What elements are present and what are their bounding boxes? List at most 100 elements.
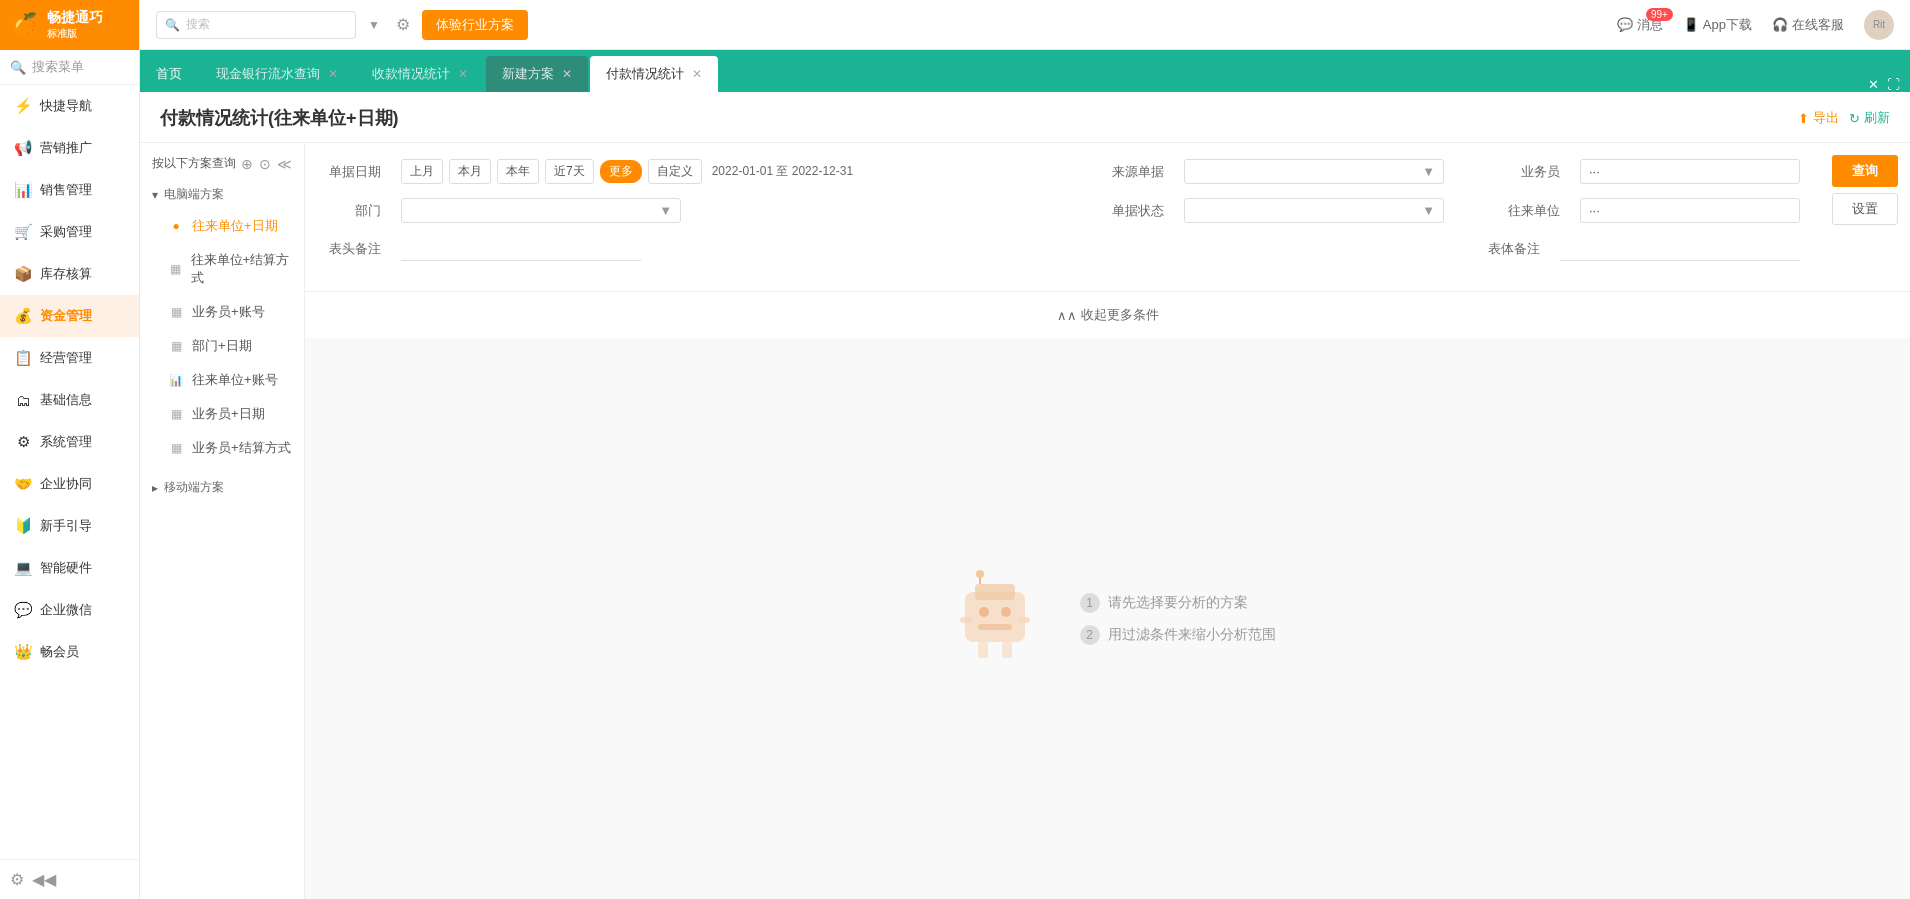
scheme-item-icon-5: ▦ <box>168 406 184 422</box>
empty-text: 1 请先选择要分析的方案 2 用过滤条件来缩小分析范围 <box>1080 593 1276 645</box>
scheme-item-label-1: 往来单位+结算方式 <box>191 251 292 287</box>
scheme-item-icon-2: ▦ <box>168 304 184 320</box>
step-1-num: 1 <box>1080 593 1100 613</box>
sidebar-item-label: 销售管理 <box>40 181 92 199</box>
sidebar-item-system[interactable]: ⚙ 系统管理 <box>0 421 139 463</box>
svg-rect-5 <box>960 617 972 623</box>
tab-payment-stats[interactable]: 付款情况统计 ✕ <box>590 56 718 92</box>
tab-new-scheme[interactable]: 新建方案 ✕ <box>486 56 588 92</box>
date-btn-this-month[interactable]: 本月 <box>449 159 491 184</box>
topbar-search-box[interactable]: 🔍 搜索 <box>156 11 356 39</box>
tab-expand-icon[interactable]: ⛶ <box>1887 77 1900 92</box>
refresh-btn[interactable]: ↻ 刷新 <box>1849 109 1890 127</box>
note-header-input[interactable] <box>401 237 641 261</box>
collapse-btn[interactable]: ∧∧ 收起更多条件 <box>1041 298 1175 332</box>
scheme-item-salesman-settle[interactable]: ▦ 业务员+结算方式 <box>140 431 304 465</box>
sidebar-item-label: 企业微信 <box>40 601 92 619</box>
tab-collection-stats-close[interactable]: ✕ <box>458 67 468 81</box>
message-btn[interactable]: 💬 消息 99+ <box>1617 16 1663 34</box>
scheme-item-salesman-date[interactable]: ▦ 业务员+日期 <box>140 397 304 431</box>
online-service-btn[interactable]: 🎧 在线客服 <box>1772 16 1844 34</box>
salesman-input[interactable]: ··· <box>1580 159 1800 184</box>
source-label: 来源单据 <box>1108 163 1164 181</box>
tab-collection-stats[interactable]: 收款情况统计 ✕ <box>356 56 484 92</box>
export-btn[interactable]: ⬆ 导出 <box>1798 109 1839 127</box>
sidebar-item-finance[interactable]: 💰 资金管理 <box>0 295 139 337</box>
main-area: 🔍 搜索 ▼ ⚙ 体验行业方案 💬 消息 99+ 📱 App下载 🎧 在线客服 … <box>140 0 1910 899</box>
section-mobile-collapse-icon: ▸ <box>152 481 158 495</box>
scheme-item-counterpart-account[interactable]: 📊 往来单位+账号 <box>140 363 304 397</box>
date-btn-last-month[interactable]: 上月 <box>401 159 443 184</box>
scheme-item-counterpart-date[interactable]: ● 往来单位+日期 <box>140 209 304 243</box>
scheme-item-dept-date[interactable]: ▦ 部门+日期 <box>140 329 304 363</box>
sidebar-item-marketing[interactable]: 📢 营销推广 <box>0 127 139 169</box>
date-group: 上月 本月 本年 近7天 更多 自定义 2022-01-01 至 2022-12… <box>401 159 853 184</box>
page-actions: ⬆ 导出 ↻ 刷新 <box>1798 109 1890 127</box>
scheme-section-desktop-title[interactable]: ▾ 电脑端方案 <box>140 180 304 209</box>
collapse-sidebar-icon[interactable]: ◀◀ <box>32 870 56 889</box>
sidebar-item-hardware[interactable]: 💻 智能硬件 <box>0 547 139 589</box>
operations-icon: 📋 <box>14 349 32 367</box>
scheme-section-mobile-title[interactable]: ▸ 移动端方案 <box>140 473 304 502</box>
sidebar-item-label: 基础信息 <box>40 391 92 409</box>
marketing-icon: 📢 <box>14 139 32 157</box>
sidebar-item-purchase[interactable]: 🛒 采购管理 <box>0 211 139 253</box>
tab-bank-flow[interactable]: 现金银行流水查询 ✕ <box>200 56 354 92</box>
sidebar-item-label: 智能硬件 <box>40 559 92 577</box>
scheme-item-icon-4: 📊 <box>168 372 184 388</box>
sidebar-item-sales[interactable]: 📊 销售管理 <box>0 169 139 211</box>
sidebar-item-guide[interactable]: 🔰 新手引导 <box>0 505 139 547</box>
topbar-dropdown-arrow[interactable]: ▼ <box>368 18 380 32</box>
sidebar-item-label: 快捷导航 <box>40 97 92 115</box>
date-btn-last-7days[interactable]: 近7天 <box>545 159 594 184</box>
filter-row-3: 表头备注 表体备注 <box>325 237 1800 261</box>
topbar-settings-icon[interactable]: ⚙ <box>396 15 410 34</box>
sidebar-item-member[interactable]: 👑 畅会员 <box>0 631 139 673</box>
sidebar-item-quick-nav[interactable]: ⚡ 快捷导航 <box>0 85 139 127</box>
dept-select[interactable]: ▼ <box>401 198 681 223</box>
sidebar-item-wechat[interactable]: 💬 企业微信 <box>0 589 139 631</box>
tab-payment-stats-label: 付款情况统计 <box>606 65 684 83</box>
inventory-icon: 📦 <box>14 265 32 283</box>
add-scheme-icon[interactable]: ⊕ <box>241 156 253 172</box>
scheme-section-desktop: ▾ 电脑端方案 ● 往来单位+日期 ▦ 往来单位+结算方式 ▦ 业务员+账号 ▦ <box>140 180 304 465</box>
collapse-scheme-icon[interactable]: ≪ <box>277 156 292 172</box>
topbar-right: 💬 消息 99+ 📱 App下载 🎧 在线客服 Rit <box>1617 10 1894 40</box>
sidebar-search[interactable]: 🔍 搜索菜单 <box>0 50 139 85</box>
scheme-item-counterpart-settle[interactable]: ▦ 往来单位+结算方式 <box>140 243 304 295</box>
dept-select-arrow: ▼ <box>659 203 672 218</box>
tab-payment-stats-close[interactable]: ✕ <box>692 67 702 81</box>
sidebar-logo: 🍊 畅捷通巧 标准版 <box>0 0 139 50</box>
tab-new-scheme-label: 新建方案 <box>502 65 554 83</box>
logo-icon: 🍊 <box>12 12 39 38</box>
tab-home[interactable]: 首页 <box>140 56 198 92</box>
sidebar-item-basic-info[interactable]: 🗂 基础信息 <box>0 379 139 421</box>
date-btn-this-year[interactable]: 本年 <box>497 159 539 184</box>
scheme-item-label-6: 业务员+结算方式 <box>192 439 291 457</box>
filter-side-actions: 查询 设置 <box>1820 143 1910 291</box>
sidebar-item-operations[interactable]: 📋 经营管理 <box>0 337 139 379</box>
sidebar-item-inventory[interactable]: 📦 库存核算 <box>0 253 139 295</box>
basic-info-icon: 🗂 <box>14 391 32 409</box>
sidebar-bottom: ⚙ ◀◀ <box>0 859 139 899</box>
tab-new-scheme-close[interactable]: ✕ <box>562 67 572 81</box>
note-body-input[interactable] <box>1560 237 1800 261</box>
app-download-btn[interactable]: 📱 App下载 <box>1683 16 1752 34</box>
doc-status-select[interactable]: ▼ <box>1184 198 1444 223</box>
sidebar-item-enterprise[interactable]: 🤝 企业协同 <box>0 463 139 505</box>
date-btn-custom[interactable]: 自定义 <box>648 159 702 184</box>
source-select[interactable]: ▼ <box>1184 159 1444 184</box>
settings-btn[interactable]: 设置 <box>1832 193 1898 225</box>
scheme-item-icon-1: ▦ <box>168 261 183 277</box>
trial-btn[interactable]: 体验行业方案 <box>422 10 528 40</box>
service-icon: 🎧 <box>1772 17 1788 32</box>
date-btn-more[interactable]: 更多 <box>600 160 642 183</box>
settings-scheme-icon[interactable]: ⊙ <box>259 156 271 172</box>
scheme-item-salesman-account[interactable]: ▦ 业务员+账号 <box>140 295 304 329</box>
settings-bottom-icon[interactable]: ⚙ <box>10 870 24 889</box>
tab-bank-flow-close[interactable]: ✕ <box>328 67 338 81</box>
user-avatar[interactable]: Rit <box>1864 10 1894 40</box>
counterpart-input[interactable]: ··· <box>1580 198 1800 223</box>
tab-close-all-icon[interactable]: ✕ <box>1868 77 1879 92</box>
query-btn[interactable]: 查询 <box>1832 155 1898 187</box>
